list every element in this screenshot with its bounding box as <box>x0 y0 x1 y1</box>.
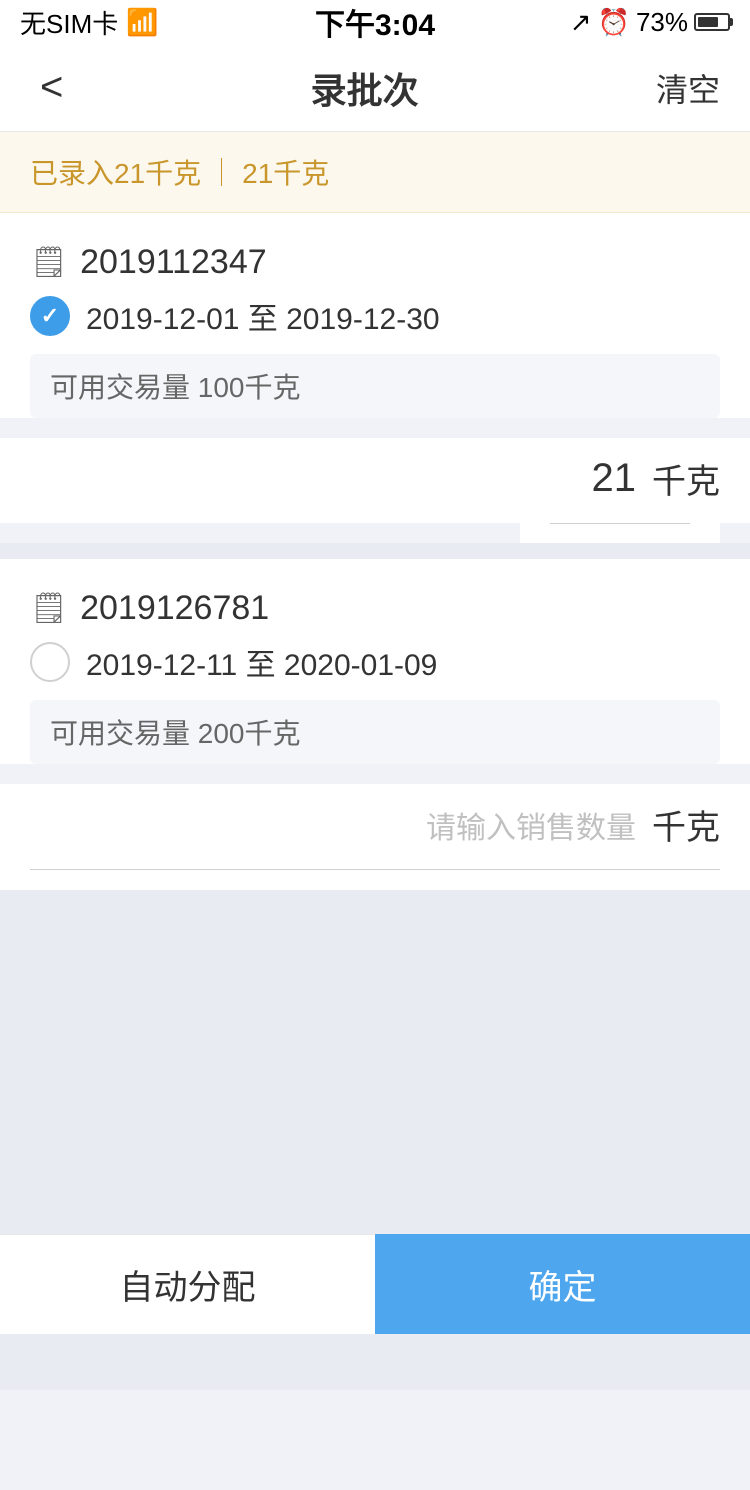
batch-doc-icon-2: 🗒 <box>30 591 68 626</box>
batch-item-1: 🗒 2019112347 2019-12-01 至 2019-12-30 可用交… <box>0 213 750 418</box>
available-qty-1: 可用交易量 100千克 <box>30 354 720 418</box>
radio-button-1[interactable] <box>30 296 70 336</box>
confirm-button[interactable]: 确定 <box>375 1234 750 1334</box>
qty-unit-2: 千克 <box>652 800 720 849</box>
batch-date-2: 2019-12-11 至 2020-01-09 <box>86 640 437 684</box>
clear-button[interactable]: 清空 <box>656 65 720 111</box>
batch-id-2: 2019126781 <box>80 589 269 628</box>
location-icon: ↗ <box>570 7 592 38</box>
info-banner: 已录入21千克 21千克 <box>0 132 750 213</box>
batch-header-1: 🗒 2019112347 <box>30 243 720 282</box>
batch-item-2: 🗒 2019126781 2019-12-11 至 2020-01-09 可用交… <box>0 559 750 764</box>
qty-row-2: 请输入销售数量 千克 <box>0 784 750 869</box>
qty-value-1: 21 <box>592 456 637 501</box>
alarm-icon: ⏰ <box>598 7 630 38</box>
status-bar: 无SIM卡 📶 下午3:04 ↗ ⏰ 73% <box>0 0 750 44</box>
batch-id-1: 2019112347 <box>80 243 267 282</box>
available-qty-2: 可用交易量 200千克 <box>30 700 720 764</box>
qty-placeholder-2[interactable]: 请输入销售数量 <box>426 803 636 847</box>
status-left: 无SIM卡 📶 <box>20 4 159 41</box>
status-right: ↗ ⏰ 73% <box>570 7 730 38</box>
qty-row-1: 21 千克 <box>0 438 750 523</box>
radio-button-2[interactable] <box>30 642 70 682</box>
carrier-text: 无SIM卡 <box>20 4 118 41</box>
batch-header-2: 🗒 2019126781 <box>30 589 720 628</box>
batch-doc-icon-1: 🗒 <box>30 245 68 280</box>
nav-bar: < 录批次 清空 <box>0 44 750 132</box>
section-separator <box>0 543 750 559</box>
battery-percent: 73% <box>636 7 688 38</box>
qty-divider-1 <box>520 523 720 543</box>
info-value: 21千克 <box>242 152 329 192</box>
batch-date-row-1[interactable]: 2019-12-01 至 2019-12-30 <box>30 294 720 338</box>
battery-icon <box>694 13 730 31</box>
wifi-icon: 📶 <box>126 7 158 38</box>
page-title: 录批次 <box>311 62 419 114</box>
info-label: 已录入21千克 <box>30 152 201 192</box>
footer: 自动分配 确定 <box>0 1234 750 1334</box>
batch-date-1: 2019-12-01 至 2019-12-30 <box>86 294 440 338</box>
status-time: 下午3:04 <box>315 0 435 44</box>
info-divider <box>221 158 222 186</box>
auto-distribute-button[interactable]: 自动分配 <box>0 1234 375 1334</box>
back-button[interactable]: < <box>30 55 73 120</box>
batch-date-row-2[interactable]: 2019-12-11 至 2020-01-09 <box>30 640 720 684</box>
qty-unit-1: 千克 <box>652 454 720 503</box>
